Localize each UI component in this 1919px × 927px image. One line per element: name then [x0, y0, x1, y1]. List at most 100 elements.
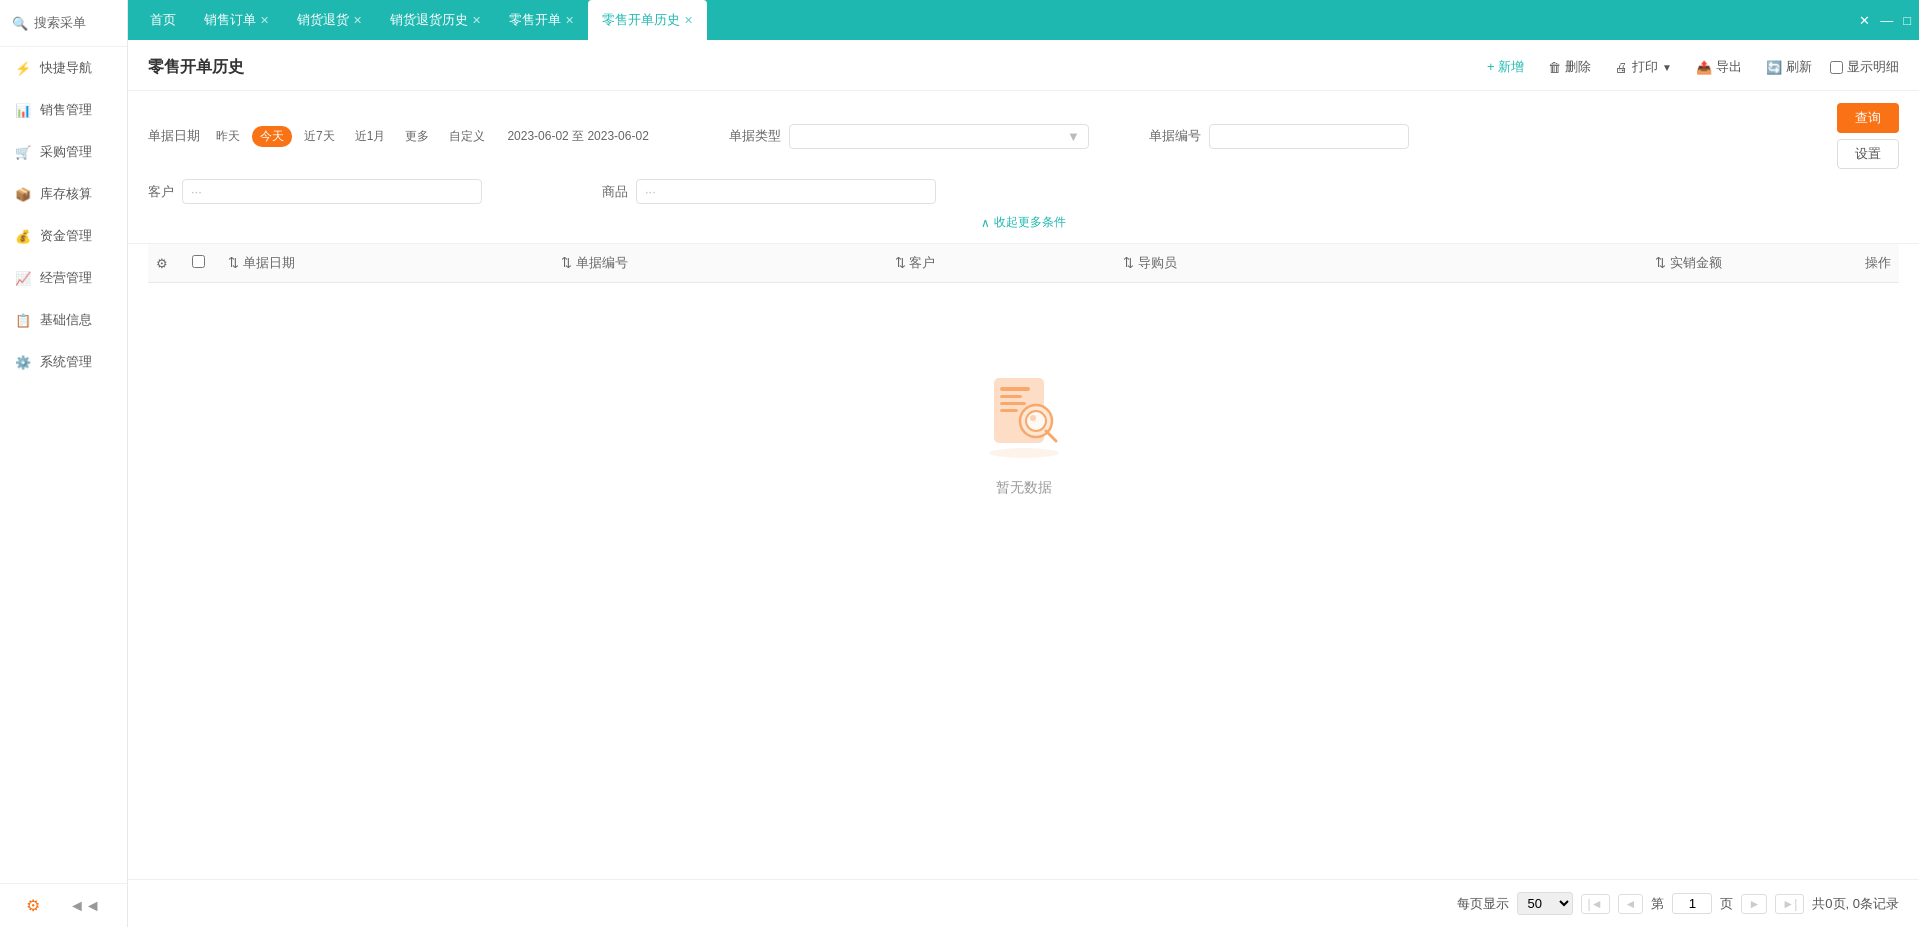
- col-settings[interactable]: ⚙: [148, 244, 184, 283]
- collapse-bar[interactable]: ∧ 收起更多条件: [148, 214, 1899, 231]
- sidebar-icon-inventory: 📦: [14, 185, 32, 203]
- tab-home[interactable]: 首页: [136, 0, 190, 40]
- svg-line-8: [1046, 431, 1056, 441]
- sidebar-icon-operations: 📈: [14, 269, 32, 287]
- settings-bottom-icon[interactable]: ⚙: [26, 896, 40, 915]
- page-title: 零售开单历史: [148, 57, 244, 78]
- delete-icon: 🗑: [1548, 60, 1561, 75]
- top-nav: 首页销售订单 ✕销货退货 ✕销货退货历史 ✕零售开单 ✕零售开单历史 ✕ ✕ —…: [128, 0, 1919, 40]
- tab-sales-return-history[interactable]: 销货退货历史 ✕: [376, 0, 495, 40]
- sidebar-label-sys-mgmt: 系统管理: [40, 353, 92, 371]
- sidebar-label-quick-nav: 快捷导航: [40, 59, 92, 77]
- customer-label: 客户: [148, 183, 174, 201]
- filter-row-1: 单据日期 昨天 今天 近7天 近1月 更多 自定义 2023-06-02 至 2…: [148, 103, 1899, 169]
- table-wrapper: ⚙ ⇅ 单据日期 ⇅ 单据编号 ⇅ 客户: [128, 244, 1919, 879]
- print-button[interactable]: 🖨 打印 ▼: [1609, 54, 1678, 80]
- collapse-sidebar-icon[interactable]: ◄◄: [69, 897, 101, 915]
- filter-area: 单据日期 昨天 今天 近7天 近1月 更多 自定义 2023-06-02 至 2…: [128, 91, 1919, 244]
- customer-input[interactable]: ···: [182, 179, 482, 204]
- total-count: 共0页, 0条记录: [1812, 895, 1899, 913]
- tab-close-sales-return-history[interactable]: ✕: [472, 14, 481, 27]
- sidebar-icon-quick-nav: ⚡: [14, 59, 32, 77]
- page-prefix: 第: [1651, 895, 1664, 913]
- content-area: 零售开单历史 + 新增 🗑 删除 🖨 打印 ▼ 📤 导出 🔄: [128, 40, 1919, 927]
- export-icon: 📤: [1696, 60, 1712, 75]
- sidebar-item-sales-mgmt[interactable]: 📊销售管理: [0, 89, 127, 131]
- svg-point-0: [989, 448, 1059, 458]
- maximize-icon[interactable]: □: [1903, 13, 1911, 28]
- sidebar-icon-sys-mgmt: ⚙️: [14, 353, 32, 371]
- sidebar-icon-purchase-mgmt: 🛒: [14, 143, 32, 161]
- sidebar-icon-basic-info: 📋: [14, 311, 32, 329]
- pagination: 每页显示 50 10 20 100 |◄ ◄ 第 1 页 ► ►| 共0页, 0…: [128, 879, 1919, 927]
- sidebar-label-operations: 经营管理: [40, 269, 92, 287]
- tab-retail-open-history[interactable]: 零售开单历史 ✕: [588, 0, 707, 40]
- sidebar-item-inventory[interactable]: 📦 库存核算: [0, 173, 127, 215]
- sidebar-search[interactable]: 🔍 搜索采单: [0, 0, 127, 47]
- doc-type-select[interactable]: ▼: [789, 124, 1089, 149]
- setting-button[interactable]: 设置: [1837, 139, 1899, 169]
- page-input[interactable]: 1: [1672, 893, 1712, 914]
- tab-close-sales-order[interactable]: ✕: [260, 14, 269, 27]
- sidebar-search-label: 搜索采单: [34, 14, 86, 32]
- yesterday-btn[interactable]: 昨天: [208, 126, 248, 147]
- col-date[interactable]: ⇅ 单据日期: [220, 244, 553, 283]
- tab-label-sales-return: 销货退货: [297, 11, 349, 29]
- query-button[interactable]: 查询: [1837, 103, 1899, 133]
- sidebar-item-basic-info[interactable]: 📋基础信息: [0, 299, 127, 341]
- delete-button[interactable]: 🗑 删除: [1542, 54, 1597, 80]
- svg-point-7: [1026, 411, 1046, 431]
- refresh-button[interactable]: 🔄 刷新: [1760, 54, 1818, 80]
- export-button[interactable]: 📤 导出: [1690, 54, 1748, 80]
- action-buttons: 查询 设置: [1837, 103, 1899, 169]
- next-page-btn[interactable]: ►: [1741, 894, 1767, 914]
- tab-close-retail-open[interactable]: ✕: [565, 14, 574, 27]
- top-nav-right: ✕ — □: [1859, 13, 1911, 28]
- first-page-btn[interactable]: |◄: [1581, 894, 1610, 914]
- sidebar-item-purchase-mgmt[interactable]: 🛒采购管理: [0, 131, 127, 173]
- data-table: ⚙ ⇅ 单据日期 ⇅ 单据编号 ⇅ 客户: [148, 244, 1899, 283]
- svg-point-9: [1030, 415, 1036, 421]
- svg-rect-3: [1000, 395, 1022, 398]
- prev-page-btn[interactable]: ◄: [1618, 894, 1644, 914]
- sidebar-item-finance[interactable]: 💰资金管理: [0, 215, 127, 257]
- search-icon: 🔍: [12, 16, 28, 31]
- custom-btn[interactable]: 自定义: [441, 126, 493, 147]
- last-page-btn[interactable]: ►|: [1775, 894, 1804, 914]
- tab-close-retail-open-history[interactable]: ✕: [684, 14, 693, 27]
- add-button[interactable]: + 新增: [1481, 54, 1530, 80]
- col-action: 操作: [1730, 244, 1899, 283]
- week-btn[interactable]: 近7天: [296, 126, 343, 147]
- refresh-icon: 🔄: [1766, 60, 1782, 75]
- col-amount[interactable]: ⇅ 实销金额: [1396, 244, 1729, 283]
- close-window-icon[interactable]: ✕: [1859, 13, 1870, 28]
- col-customer[interactable]: ⇅ 客户: [887, 244, 1115, 283]
- show-detail-checkbox[interactable]: 显示明细: [1830, 58, 1899, 76]
- collapse-label: 收起更多条件: [994, 214, 1066, 231]
- tab-sales-order[interactable]: 销售订单 ✕: [190, 0, 283, 40]
- minimize-icon[interactable]: —: [1880, 13, 1893, 28]
- sidebar-label-sales-mgmt: 销售管理: [40, 101, 92, 119]
- tab-close-sales-return[interactable]: ✕: [353, 14, 362, 27]
- sidebar-item-sys-mgmt[interactable]: ⚙️ 系统管理: [0, 341, 127, 383]
- more-btn[interactable]: 更多: [397, 126, 437, 147]
- filter-row-2: 客户 ··· 商品 ···: [148, 179, 1899, 204]
- sidebar-item-quick-nav[interactable]: ⚡ 快捷导航: [0, 47, 127, 89]
- col-check[interactable]: [184, 244, 220, 283]
- month-btn[interactable]: 近1月: [347, 126, 394, 147]
- tab-sales-return[interactable]: 销货退货 ✕: [283, 0, 376, 40]
- sidebar-label-inventory: 库存核算: [40, 185, 92, 203]
- per-page-select[interactable]: 50 10 20 100: [1517, 892, 1573, 915]
- col-guide[interactable]: ⇅ 导购员: [1115, 244, 1396, 283]
- toolbar: + 新增 🗑 删除 🖨 打印 ▼ 📤 导出 🔄 刷新: [1481, 54, 1899, 80]
- tab-label-retail-open-history: 零售开单历史: [602, 11, 680, 29]
- tab-retail-open[interactable]: 零售开单 ✕: [495, 0, 588, 40]
- col-no[interactable]: ⇅ 单据编号: [553, 244, 886, 283]
- sidebar-item-operations[interactable]: 📈 经营管理: [0, 257, 127, 299]
- print-icon: 🖨: [1615, 60, 1628, 75]
- doc-no-input[interactable]: [1209, 124, 1409, 149]
- doc-type-filter: 单据类型 ▼: [729, 124, 1089, 149]
- today-btn[interactable]: 今天: [252, 126, 292, 147]
- empty-text: 暂无数据: [996, 479, 1052, 497]
- goods-input[interactable]: ···: [636, 179, 936, 204]
